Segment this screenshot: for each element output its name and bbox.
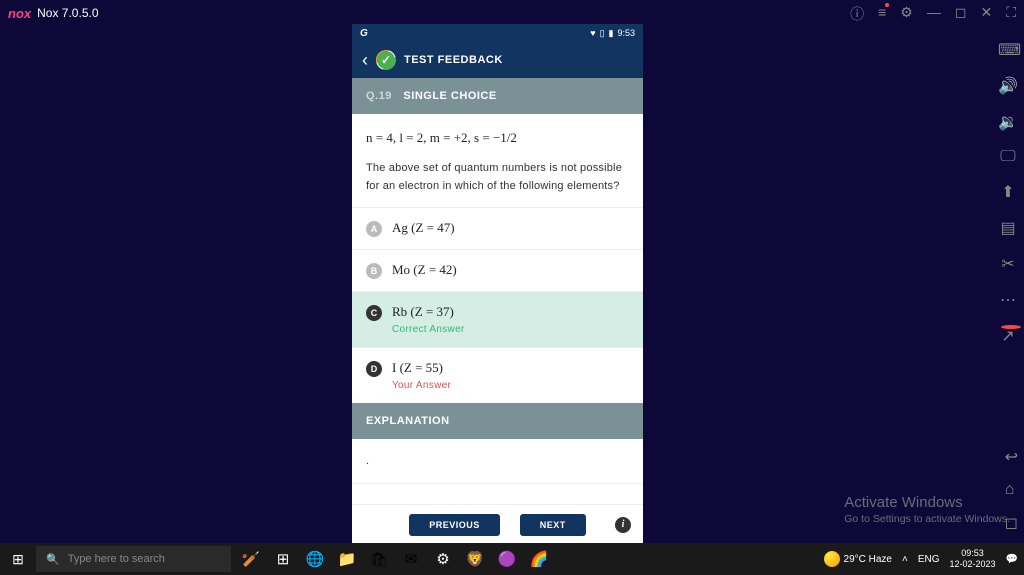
- volume-down-icon[interactable]: 🔉: [998, 112, 1018, 132]
- keyboard-icon[interactable]: ⌨: [998, 40, 1018, 60]
- scissors-icon[interactable]: ✂: [998, 254, 1018, 274]
- previous-button[interactable]: PREVIOUS: [409, 514, 500, 536]
- option-badge: D: [366, 361, 382, 377]
- nox-app-icon[interactable]: 🟣: [493, 545, 521, 573]
- clock-date: 12-02-2023: [950, 559, 996, 570]
- menu-icon[interactable]: ≡: [878, 4, 886, 24]
- back-arrow-icon[interactable]: ‹: [362, 50, 368, 71]
- option-badge: C: [366, 305, 382, 321]
- emulator-screen: G ♥ ▯ ▮ 9:53 ‹ TEST FEEDBACK Q.19 SINGLE…: [352, 24, 643, 544]
- option-a[interactable]: A Ag (Z = 47): [352, 207, 643, 249]
- option-text: I (Z = 55): [392, 360, 629, 376]
- maximize-icon[interactable]: ◻: [955, 4, 967, 24]
- close-icon[interactable]: ✕: [980, 4, 992, 24]
- explanation-header: EXPLANATION: [352, 403, 643, 439]
- language-indicator[interactable]: ENG: [918, 554, 940, 565]
- weather-text: 29°C Haze: [844, 554, 892, 565]
- search-placeholder: Type here to search: [68, 553, 165, 565]
- search-icon: 🔍: [46, 553, 60, 566]
- status-right: ♥ ▯ ▮ 9:53: [590, 28, 635, 39]
- volume-up-icon[interactable]: 🔊: [998, 76, 1018, 96]
- side-toolbar: ⌨ 🔊 🔉 🖵 ⬆ ▤ ✂ ⋯ ↗: [998, 40, 1018, 346]
- option-badge: B: [366, 263, 382, 279]
- question-header: Q.19 SINGLE CHOICE: [352, 78, 643, 114]
- titlebar-controls: ⓘ ≡ ⚙ — ◻ ✕ ⛶: [850, 4, 1016, 24]
- explanation-body: .: [352, 439, 643, 484]
- record-icon[interactable]: ⬆: [998, 182, 1018, 202]
- phone-status-bar: G ♥ ▯ ▮ 9:53: [352, 24, 643, 42]
- options-list: A Ag (Z = 47) B Mo (Z = 42) C Rb (Z = 37…: [352, 207, 643, 403]
- page-title: TEST FEEDBACK: [404, 54, 503, 66]
- multi-instance-icon[interactable]: ▤: [998, 218, 1018, 238]
- signal-icon: ▯: [600, 28, 605, 39]
- option-text: Mo (Z = 42): [392, 262, 629, 278]
- option-b[interactable]: B Mo (Z = 42): [352, 249, 643, 291]
- taskbar-clock[interactable]: 09:53 12-02-2023: [950, 548, 996, 570]
- store-icon[interactable]: 🛍: [365, 545, 393, 573]
- question-number: Q.19: [366, 90, 392, 102]
- your-answer-tag: Your Answer: [392, 380, 629, 391]
- weather-widget[interactable]: 29°C Haze: [824, 551, 892, 567]
- option-c[interactable]: C Rb (Z = 37) Correct Answer: [352, 291, 643, 347]
- fullscreen-icon[interactable]: ⛶: [1006, 4, 1016, 24]
- option-badge: A: [366, 221, 382, 237]
- nox-logo: nox: [8, 6, 31, 21]
- taskbar-apps: 🏏 ⊞ 🌐 📁 🛍 ✉ ⚙ 🦁 🟣 🌈: [237, 545, 553, 573]
- clock-time: 09:53: [950, 548, 996, 559]
- windows-taskbar: ⊞ 🔍 Type here to search 🏏 ⊞ 🌐 📁 🛍 ✉ ⚙ 🦁 …: [0, 543, 1024, 575]
- settings-app-icon[interactable]: ⚙: [429, 545, 457, 573]
- status-left: G: [360, 28, 368, 39]
- question-formula: n = 4, l = 2, m = +2, s = −1/2: [366, 130, 629, 146]
- tray-chevron-icon[interactable]: ˄: [902, 554, 908, 565]
- status-time: 9:53: [617, 28, 635, 38]
- correct-answer-tag: Correct Answer: [392, 324, 629, 335]
- taskbar-search[interactable]: 🔍 Type here to search: [36, 546, 231, 572]
- task-view-icon[interactable]: ⊞: [269, 545, 297, 573]
- question-type: SINGLE CHOICE: [403, 90, 496, 102]
- activate-windows-watermark: Activate Windows Go to Settings to activ…: [844, 494, 1010, 525]
- more-icon[interactable]: ⋯: [998, 290, 1018, 310]
- next-button[interactable]: NEXT: [520, 514, 586, 536]
- option-text: Rb (Z = 37): [392, 304, 629, 320]
- notifications-icon[interactable]: 💬: [1006, 554, 1018, 565]
- mail-icon[interactable]: ✉: [397, 545, 425, 573]
- info-icon[interactable]: i: [615, 517, 631, 533]
- battery-icon: ▮: [609, 28, 614, 39]
- screenshot-icon[interactable]: 🖵: [998, 148, 1018, 166]
- bottom-nav: PREVIOUS NEXT i: [352, 504, 643, 544]
- window-version: Nox 7.0.5.0: [37, 6, 98, 20]
- minimize-icon[interactable]: —: [927, 4, 941, 24]
- explorer-icon[interactable]: 📁: [333, 545, 361, 573]
- help-icon[interactable]: ⓘ: [850, 4, 864, 24]
- brave-icon[interactable]: 🦁: [461, 545, 489, 573]
- activate-subtitle: Go to Settings to activate Windows.: [844, 513, 1010, 525]
- back-nav-icon[interactable]: ↩: [1005, 447, 1018, 467]
- option-d[interactable]: D I (Z = 55) Your Answer: [352, 347, 643, 403]
- weather-icon: [824, 551, 840, 567]
- edge-icon[interactable]: 🌐: [301, 545, 329, 573]
- activate-title: Activate Windows: [844, 494, 1010, 511]
- app-header: ‹ TEST FEEDBACK: [352, 42, 643, 78]
- wifi-icon: ♥: [590, 28, 595, 38]
- settings-icon[interactable]: ⚙: [900, 4, 913, 24]
- share-icon[interactable]: ↗: [998, 326, 1018, 346]
- option-text: Ag (Z = 47): [392, 220, 629, 236]
- app-logo-icon: [376, 50, 396, 70]
- start-button[interactable]: ⊞: [0, 543, 36, 575]
- question-text: The above set of quantum numbers is not …: [366, 160, 629, 195]
- cricket-widget-icon[interactable]: 🏏: [237, 545, 265, 573]
- system-tray: 29°C Haze ˄ ENG 09:53 12-02-2023 💬: [824, 548, 1018, 570]
- question-body: n = 4, l = 2, m = +2, s = −1/2 The above…: [352, 114, 643, 207]
- chrome-icon[interactable]: 🌈: [525, 545, 553, 573]
